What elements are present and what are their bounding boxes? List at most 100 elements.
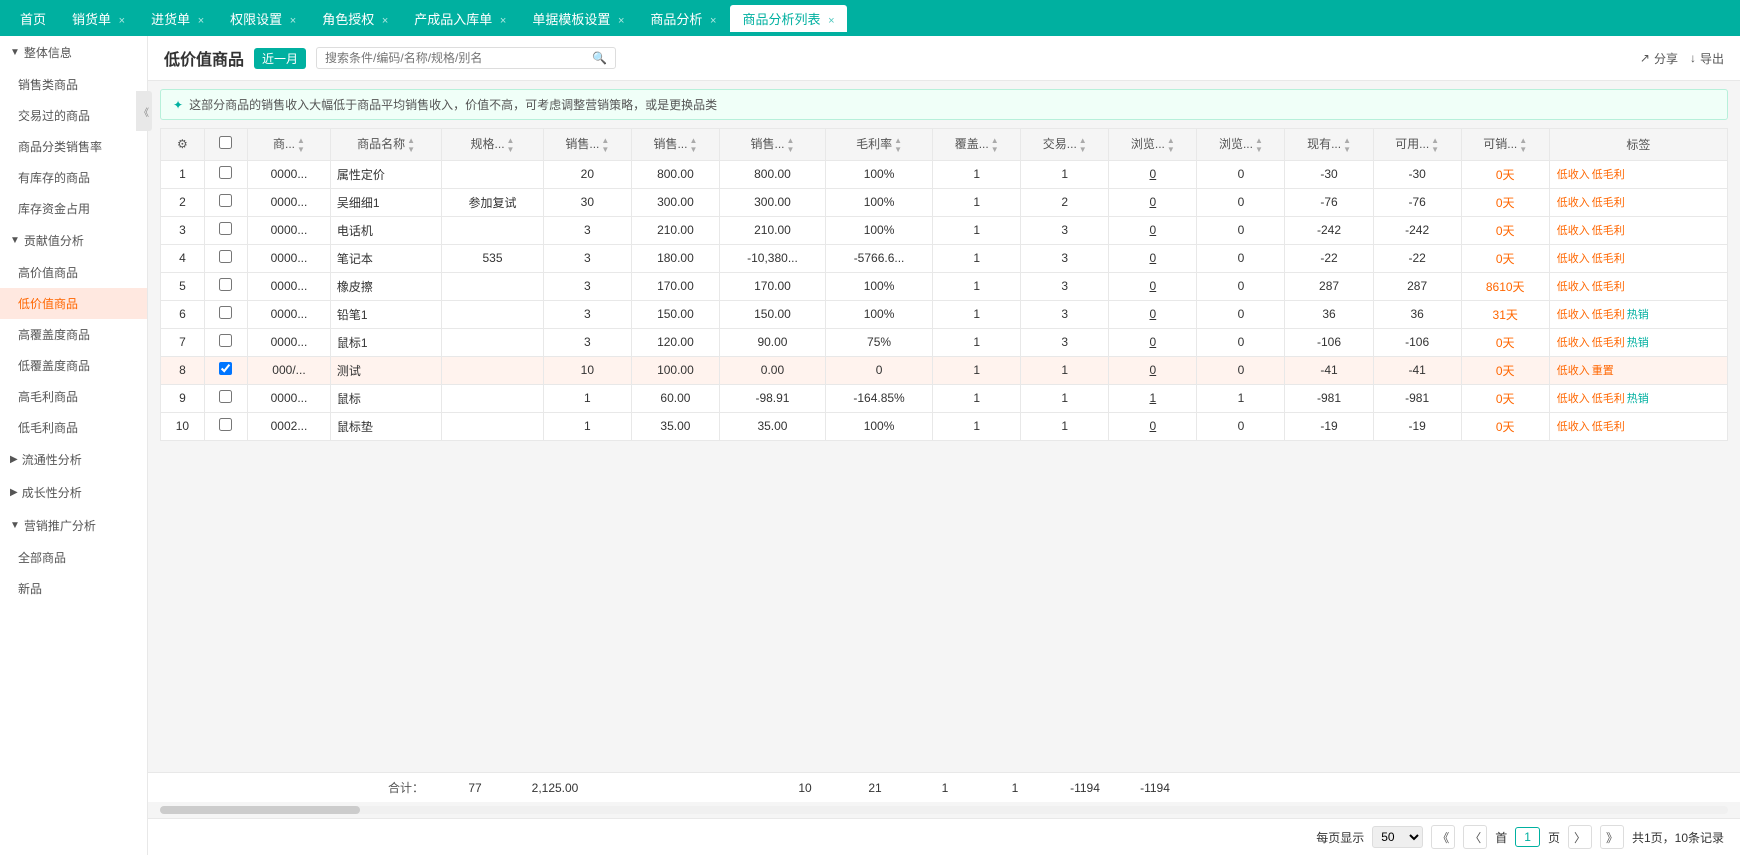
col-coverage[interactable]: 覆盖...▲▼ [933, 129, 1021, 161]
current-page[interactable]: 1 [1515, 827, 1540, 847]
col-sales-amt[interactable]: 销售...▲▼ [631, 129, 719, 161]
cell-checkbox[interactable] [204, 160, 247, 188]
row-checkbox[interactable] [219, 362, 232, 375]
col-spec[interactable]: 规格...▲▼ [442, 129, 544, 161]
cell-browse1[interactable]: 0 [1109, 356, 1197, 384]
cell-checkbox[interactable] [204, 356, 247, 384]
col-tags: 标签 [1549, 129, 1727, 161]
cell-browse1[interactable]: 0 [1109, 300, 1197, 328]
row-checkbox[interactable] [219, 194, 232, 207]
nav-product-in[interactable]: 产成品入库单 × [402, 5, 518, 32]
cell-browse1[interactable]: 0 [1109, 328, 1197, 356]
nav-goods-analysis[interactable]: 商品分析 × [638, 5, 728, 32]
row-checkbox[interactable] [219, 166, 232, 179]
cell-browse1[interactable]: 1 [1109, 384, 1197, 412]
total-browse1: 1 [910, 781, 980, 795]
col-name[interactable]: 商品名称▲▼ [330, 129, 441, 161]
row-checkbox[interactable] [219, 250, 232, 263]
cell-checkbox[interactable] [204, 328, 247, 356]
cell-browse1[interactable]: 0 [1109, 244, 1197, 272]
sidebar-item-low-value[interactable]: 低价值商品 [0, 288, 147, 319]
row-checkbox[interactable] [219, 418, 232, 431]
sidebar-item-category-rate[interactable]: 商品分类销售率 [0, 131, 147, 162]
nav-template[interactable]: 单据模板设置 × [520, 5, 636, 32]
col-avail[interactable]: 可用...▲▼ [1373, 129, 1461, 161]
cell-checkbox[interactable] [204, 384, 247, 412]
per-page-select[interactable]: 50 100 [1372, 826, 1423, 848]
cell-trade: 3 [1021, 300, 1109, 328]
cell-browse1[interactable]: 0 [1109, 412, 1197, 440]
row-checkbox[interactable] [219, 390, 232, 403]
sidebar-item-all-goods[interactable]: 全部商品 [0, 542, 147, 573]
sidebar-item-high-margin[interactable]: 高毛利商品 [0, 381, 147, 412]
scrollbar-thumb[interactable] [160, 806, 360, 814]
cell-checkbox[interactable] [204, 216, 247, 244]
col-browse2[interactable]: 浏览...▲▼ [1197, 129, 1285, 161]
cell-browse1[interactable]: 0 [1109, 216, 1197, 244]
share-button[interactable]: ↗ 分享 [1640, 50, 1678, 67]
sidebar-collapse-button[interactable]: 《 [136, 91, 152, 131]
cell-sales-amt: 35.00 [631, 412, 719, 440]
row-checkbox[interactable] [219, 334, 232, 347]
sidebar-group-flow[interactable]: ▶ 流通性分析 [0, 443, 147, 476]
nav-permission[interactable]: 权限设置 × [218, 5, 308, 32]
col-stock[interactable]: 现有...▲▼ [1285, 129, 1373, 161]
export-button[interactable]: ↓ 导出 [1690, 50, 1724, 67]
sidebar-item-low-coverage[interactable]: 低覆盖度商品 [0, 350, 147, 381]
search-icon[interactable]: 🔍 [592, 51, 607, 65]
last-page-button[interactable]: 》 [1600, 825, 1624, 849]
col-gross-rate[interactable]: 毛利率▲▼ [825, 129, 932, 161]
col-settings[interactable]: ⚙ [161, 129, 205, 161]
sidebar-item-high-value[interactable]: 高价值商品 [0, 257, 147, 288]
sidebar-item-low-margin[interactable]: 低毛利商品 [0, 412, 147, 443]
nav-role[interactable]: 角色授权 × [310, 5, 400, 32]
nav-sales[interactable]: 销货单 × [60, 5, 137, 32]
sidebar-item-high-coverage[interactable]: 高覆盖度商品 [0, 319, 147, 350]
sidebar-group-overview[interactable]: ▼ 整体信息 [0, 36, 147, 69]
pagination-bar: 每页显示 50 100 《 〈 首 1 页 〉 》 共1页，10条记录 [148, 818, 1740, 855]
cell-checkbox[interactable] [204, 300, 247, 328]
period-badge[interactable]: 近一月 [254, 48, 306, 69]
row-checkbox[interactable] [219, 306, 232, 319]
cell-browse1[interactable]: 0 [1109, 272, 1197, 300]
col-checkbox[interactable] [204, 129, 247, 161]
sidebar-item-sales-goods[interactable]: 销售类商品 [0, 69, 147, 100]
cell-checkbox[interactable] [204, 272, 247, 300]
nav-home[interactable]: 首页 [8, 5, 58, 32]
cell-name: 橡皮擦 [330, 272, 441, 300]
sidebar-group-marketing[interactable]: ▼ 营销推广分析 [0, 509, 147, 542]
cell-name: 鼠标垫 [330, 412, 441, 440]
sidebar-item-new-goods[interactable]: 新品 [0, 573, 147, 604]
first-page-button[interactable]: 《 [1431, 825, 1455, 849]
nav-purchase[interactable]: 进货单 × [139, 5, 216, 32]
prev-page-button[interactable]: 〈 [1463, 825, 1487, 849]
sidebar-item-capital[interactable]: 库存资金占用 [0, 193, 147, 224]
cell-checkbox[interactable] [204, 244, 247, 272]
nav-goods-analysis-list[interactable]: 商品分析列表 × [730, 5, 846, 32]
chevron-down-icon: ▼ [10, 47, 20, 58]
col-browse1[interactable]: 浏览...▲▼ [1109, 129, 1197, 161]
sidebar-group-growth[interactable]: ▶ 成长性分析 [0, 476, 147, 509]
horizontal-scrollbar[interactable] [160, 806, 1728, 814]
cell-checkbox[interactable] [204, 412, 247, 440]
col-salable[interactable]: 可销...▲▼ [1461, 129, 1549, 161]
sidebar-group-contribution[interactable]: ▼ 贡献值分析 [0, 224, 147, 257]
col-sales-qty[interactable]: 销售...▲▼ [543, 129, 631, 161]
cell-browse1[interactable]: 0 [1109, 160, 1197, 188]
next-page-button[interactable]: 〉 [1568, 825, 1592, 849]
col-sales-val[interactable]: 销售...▲▼ [719, 129, 825, 161]
search-input[interactable] [325, 51, 592, 65]
row-checkbox[interactable] [219, 222, 232, 235]
cell-browse1[interactable]: 0 [1109, 188, 1197, 216]
sidebar-item-traded-goods[interactable]: 交易过的商品 [0, 100, 147, 131]
col-trade[interactable]: 交易...▲▼ [1021, 129, 1109, 161]
select-all-checkbox[interactable] [219, 136, 232, 149]
cell-gross-rate: -5766.6... [825, 244, 932, 272]
sidebar-item-stock-goods[interactable]: 有库存的商品 [0, 162, 147, 193]
col-code[interactable]: 商...▲▼ [248, 129, 331, 161]
sidebar: ▼ 整体信息 销售类商品 交易过的商品 商品分类销售率 有库存的商品 库存资金占… [0, 36, 148, 855]
row-checkbox[interactable] [219, 278, 232, 291]
table-container[interactable]: ⚙ 商...▲▼ 商品名称▲▼ 规格...▲▼ 销售...▲▼ 销售...▲▼ … [148, 128, 1740, 772]
cell-tags: 低收入低毛利热销 [1549, 384, 1727, 412]
cell-checkbox[interactable] [204, 188, 247, 216]
